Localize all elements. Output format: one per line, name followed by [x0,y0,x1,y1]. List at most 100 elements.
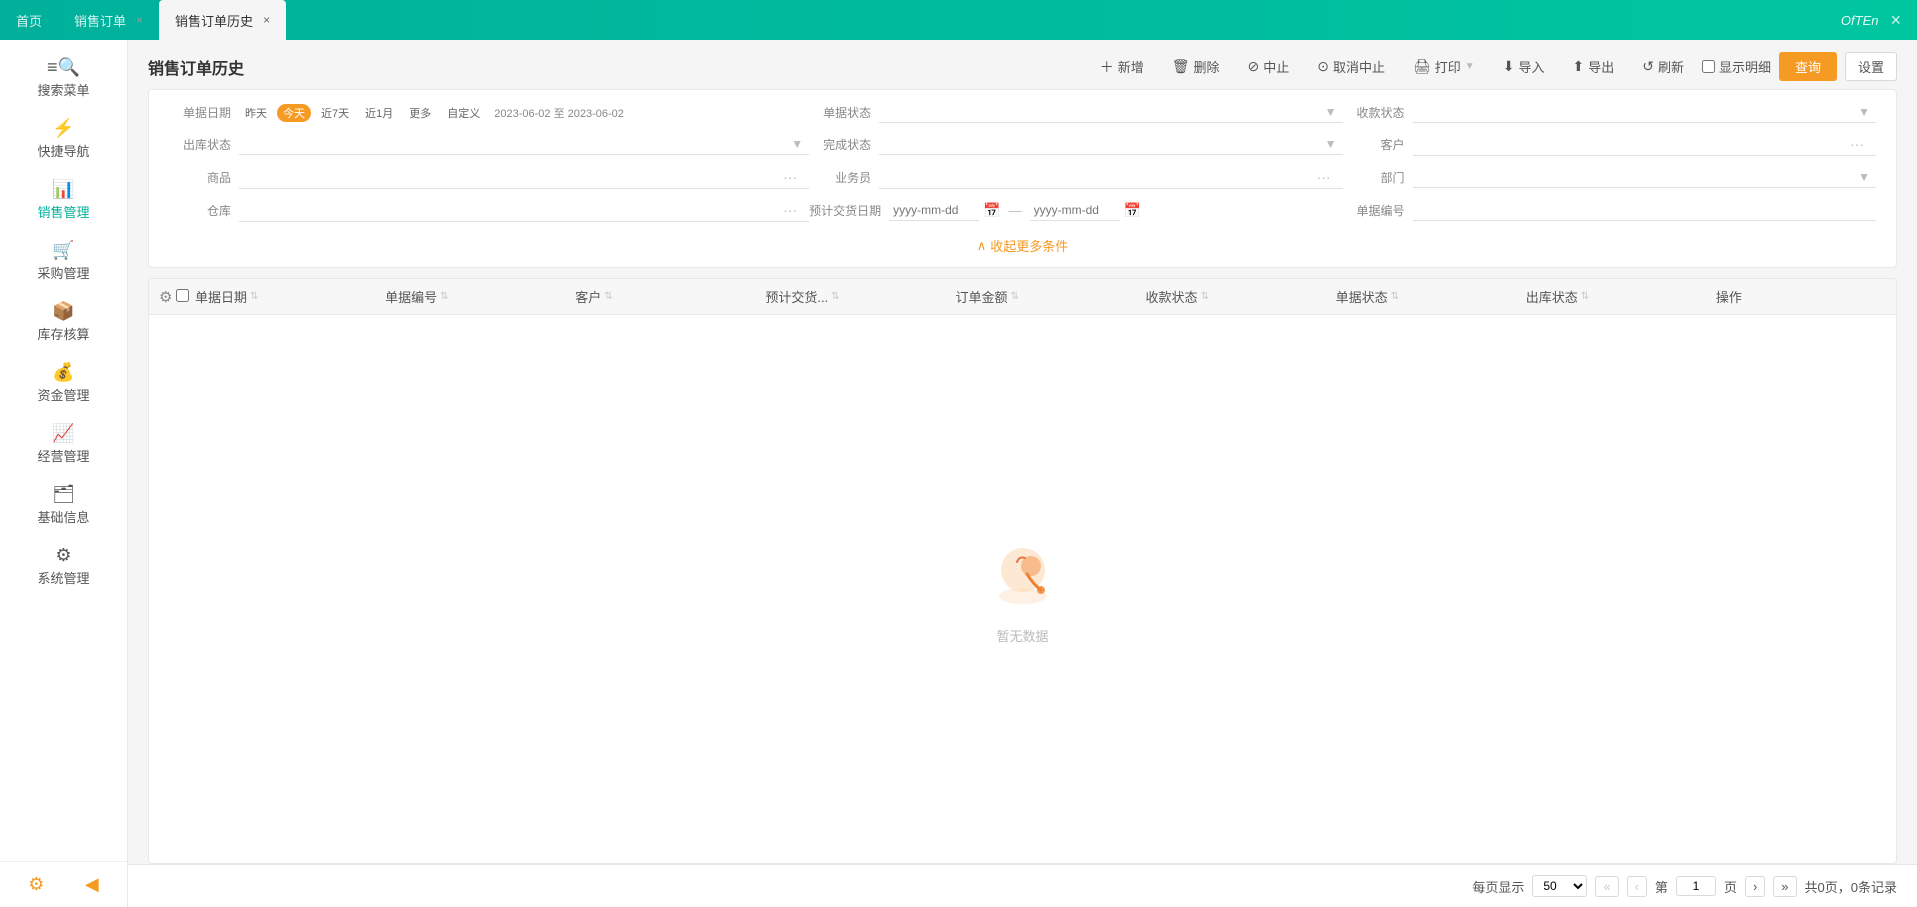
export-button[interactable]: ⬆ 导出 [1562,53,1624,80]
sidebar-item-search-menu[interactable]: ≡🔍 搜索菜单 [0,48,127,109]
product-select[interactable]: ··· [239,166,809,189]
date-tag-last1m[interactable]: 近1月 [359,104,399,122]
th-outbound-status-label: 出库状态 [1526,287,1578,306]
collapse-label: 收起更多条件 [990,236,1068,255]
sort-date[interactable]: 单据日期 ⇅ [195,287,258,306]
add-button[interactable]: ＋ 新增 [1090,53,1154,81]
product-dots-icon[interactable]: ··· [777,169,803,185]
th-expected: 预计交货... ⇅ [755,279,945,315]
warehouse-dots-icon[interactable]: ··· [777,202,803,218]
collapse-row[interactable]: ∧ 收起更多条件 [169,232,1876,255]
display-detail-label: 显示明细 [1719,57,1771,76]
import-button[interactable]: ⬇ 导入 [1493,53,1555,80]
sort-outbound-status[interactable]: 出库状态 ⇅ [1526,287,1589,306]
display-detail-checkbox[interactable] [1702,60,1715,73]
page-label: 第 [1655,877,1668,896]
refresh-button[interactable]: ↺ 刷新 [1632,53,1694,80]
sort-bill-status[interactable]: 单据状态 ⇅ [1336,287,1399,306]
expected-date-from-input[interactable] [889,200,979,221]
cancel-suspend-label: 取消中止 [1333,57,1385,76]
th-expected-label: 预计交货... [765,287,828,306]
sidebar-item-finance[interactable]: 💰 资金管理 [0,353,127,414]
th-date: 单据日期 ⇅ [185,279,375,315]
suspend-button[interactable]: ⊘ 中止 [1238,53,1300,80]
sort-bill-status-icon: ⇅ [1391,291,1399,302]
sidebar-item-sales-mgmt[interactable]: 📊 销售管理 [0,170,127,231]
payment-status-filter-col: 收款状态 ▼ [1343,102,1876,123]
top-bar-right: OfTEn × [1825,11,1917,29]
tab-sales-order[interactable]: 销售订单 × [58,0,159,40]
customer-dots-icon[interactable]: ··· [1844,136,1870,152]
warehouse-col: 仓库 ··· [169,199,809,222]
sidebar-item-operations[interactable]: 📈 经营管理 [0,414,127,475]
bill-no-input[interactable] [1413,200,1876,221]
date-filter-col: 单据日期 昨天 今天 近7天 近1月 更多 自定义 2023-06-02 至 2… [169,104,809,122]
sidebar-item-search-menu-label: 搜索菜单 [37,80,89,99]
complete-status-select[interactable]: ▼ [879,134,1342,155]
delete-button[interactable]: 🗑 删除 [1162,53,1230,80]
sort-no[interactable]: 单据编号 ⇅ [385,287,448,306]
query-button[interactable]: 查询 [1779,52,1837,81]
payment-status-select[interactable]: ▼ [1413,102,1876,123]
sidebar-settings-icon[interactable]: ⚙ [28,874,44,895]
outbound-status-select[interactable]: ▼ [239,134,809,155]
add-icon: ＋ [1100,57,1114,77]
customer-select[interactable]: ··· [1413,133,1876,156]
sys-mgmt-icon: ⚙ [55,546,71,564]
tab-home-label: 首页 [16,11,42,30]
tab-home[interactable]: 首页 [0,0,58,40]
sort-payment-status[interactable]: 收款状态 ⇅ [1146,287,1209,306]
sidebar-item-quick-nav[interactable]: ⚡ 快捷导航 [0,109,127,170]
complete-status-label: 完成状态 [809,136,879,153]
salesperson-select[interactable]: ··· [879,166,1342,189]
page-next-btn[interactable]: › [1745,876,1765,897]
department-select[interactable]: ▼ [1413,167,1876,188]
bill-status-select[interactable]: ▼ [879,102,1342,123]
select-all-checkbox[interactable] [176,289,189,302]
cancel-suspend-icon: ⊙ [1317,58,1329,75]
print-label: 打印 [1435,57,1461,76]
sidebar-item-purchase-mgmt[interactable]: 🛒 采购管理 [0,231,127,292]
date-tag-today[interactable]: 今天 [277,104,311,122]
tab-sales-order-close[interactable]: × [136,13,143,27]
tab-sales-order-history-close[interactable]: × [263,13,270,27]
per-page-select[interactable]: 50 10 20 100 [1532,875,1587,897]
product-col: 商品 ··· [169,166,809,189]
th-payment-status-label: 收款状态 [1146,287,1198,306]
sidebar-item-inventory[interactable]: 📦 库存核算 [0,292,127,353]
calendar-from-icon[interactable]: 📅 [983,202,1000,219]
sort-customer[interactable]: 客户 ⇅ [575,287,612,306]
th-no-label: 单据编号 [385,287,437,306]
settings-button[interactable]: 设置 [1845,52,1897,81]
warehouse-select[interactable]: ··· [239,199,809,222]
date-tag-yesterday[interactable]: 昨天 [239,104,273,122]
page-input[interactable] [1676,876,1716,896]
sort-amount[interactable]: 订单金额 ⇅ [955,287,1018,306]
column-settings-icon[interactable]: ⚙ [159,289,172,306]
sidebar-collapse-icon[interactable]: ◀ [85,874,99,895]
salesperson-dots-icon[interactable]: ··· [1311,169,1337,185]
import-label: 导入 [1518,57,1544,76]
sidebar-item-sys-mgmt[interactable]: ⚙ 系统管理 [0,536,127,597]
date-range-text: 2023-06-02 至 2023-06-02 [494,105,624,121]
bill-status-arrow-icon: ▼ [1325,105,1337,119]
tab-sales-order-history[interactable]: 销售订单历史 × [159,0,286,40]
expected-date-to-input[interactable] [1030,200,1120,221]
sort-expected[interactable]: 预计交货... ⇅ [765,287,839,306]
date-tag-more[interactable]: 更多 [403,104,437,122]
department-label: 部门 [1343,169,1413,186]
empty-state: 暂无数据 [149,315,1896,863]
date-tag-custom[interactable]: 自定义 [441,104,486,122]
page-prev-btn[interactable]: ‹ [1627,876,1647,897]
page-first-btn[interactable]: « [1595,876,1618,897]
date-tag-last7[interactable]: 近7天 [315,104,355,122]
print-button[interactable]: 🖨 打印 ▼ [1403,53,1485,80]
calendar-to-icon[interactable]: 📅 [1124,202,1141,219]
th-customer: 客户 ⇅ [565,279,755,315]
operations-icon: 📈 [52,424,74,442]
cancel-suspend-button[interactable]: ⊙ 取消中止 [1307,53,1395,80]
sidebar-item-base-info[interactable]: 🗂 基础信息 [0,475,127,536]
window-close-btn[interactable]: × [1890,11,1901,29]
th-date-label: 单据日期 [195,287,247,306]
page-last-btn[interactable]: » [1773,876,1796,897]
